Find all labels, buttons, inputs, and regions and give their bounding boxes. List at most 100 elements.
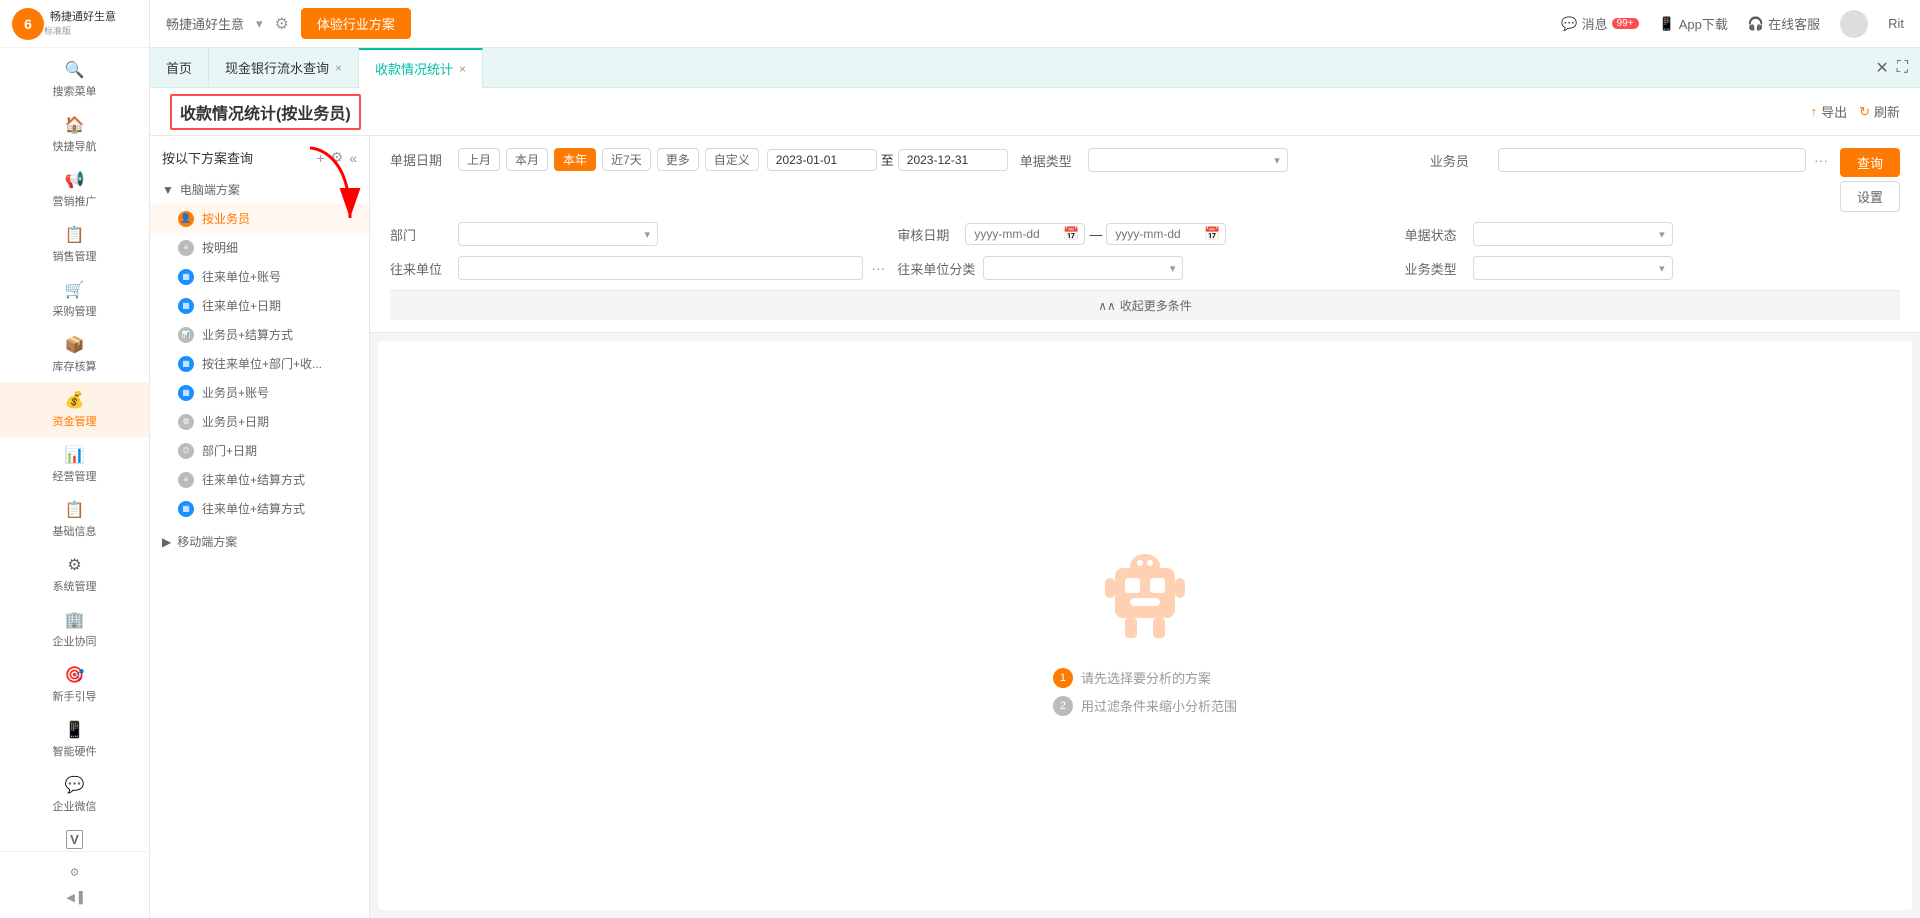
partner-settlement1-icon: ≡ [178,472,194,488]
empty-illustration [1085,528,1205,648]
sidebar-item-shortcut[interactable]: 🏠 快捷导航 [0,107,149,162]
sidebar-item-hardware[interactable]: 📱 智能硬件 [0,712,149,767]
scheme-item-partner-settlement2[interactable]: ▦ 往来单位+结算方式 [150,494,369,523]
messages-badge: 99+ [1612,18,1639,29]
partner-category-select[interactable] [983,256,1183,280]
scheme-item-salesperson[interactable]: 👤 按业务员 [150,204,369,233]
customer-service-button[interactable]: 🎧 在线客服 [1748,14,1820,33]
tab-expand[interactable]: ⛶ [1897,59,1908,77]
partner-dots[interactable]: ··· [871,260,885,276]
detail-scheme-icon: ≡ [178,240,194,256]
inventory-icon: 📦 [65,335,85,355]
scheme-item-partner-account[interactable]: ▦ 往来单位+账号 [150,262,369,291]
date-from-input[interactable] [767,149,877,171]
sidebar-item-enterprise[interactable]: 🏢 企业协同 [0,602,149,657]
sidebar-collapse[interactable]: ◀▐ [0,885,149,910]
sidebar-item-operation[interactable]: 📊 经营管理 [0,437,149,492]
scheme-item-label: 按明细 [202,239,238,256]
scheme-item-detail[interactable]: ≡ 按明细 [150,233,369,262]
sidebar-item-marketing[interactable]: 📢 营销推广 [0,162,149,217]
refresh-button[interactable]: ↻ 刷新 [1859,102,1900,121]
pc-group-arrow: ▼ [162,183,174,197]
sidebar-item-finance[interactable]: 💰 资金管理 [0,382,149,437]
empty-step-2: 2 用过滤条件来缩小分析范围 [1053,696,1237,716]
date-this-year[interactable]: 本年 [554,148,596,171]
trial-button[interactable]: 体验行业方案 [301,8,411,39]
date-last-7days[interactable]: 近7天 [602,148,651,171]
sidebar-item-purchase[interactable]: 🛒 采购管理 [0,272,149,327]
review-date-label: 审核日期 [897,225,957,244]
sidebar-nav: 🔍 搜索菜单 🏠 快捷导航 📢 营销推广 📋 销售管理 🛒 采购管理 📦 库存核… [0,48,149,851]
biz-type-select[interactable] [1473,256,1673,280]
sidebar-settings[interactable]: ⚙ [0,860,149,885]
step-2-number: 2 [1053,696,1073,716]
messages-button[interactable]: 💬 消息 99+ [1561,14,1638,33]
tab-bank-flow[interactable]: 现金银行流水查询 × [209,48,359,88]
purchase-icon: 🛒 [65,280,85,300]
scheme-item-salesperson-account[interactable]: ▦ 业务员+账号 [150,378,369,407]
scheme-item-partner-dept[interactable]: ▦ 按往来单位+部门+收... [150,349,369,378]
sidebar-item-system[interactable]: ⚙ 系统管理 [0,547,149,602]
salesperson-dots[interactable]: ··· [1814,152,1828,168]
collapse-icon: ◀▐ [66,891,82,904]
tab-collection-close[interactable]: × [459,62,466,76]
panel-collapse-button[interactable]: « [349,150,357,166]
export-button[interactable]: ↑ 导出 [1811,102,1848,121]
page-actions: ↑ 导出 ↻ 刷新 [1811,102,1900,121]
sidebar-bottom: ⚙ ◀▐ [0,851,149,918]
salesperson-input[interactable] [1498,148,1806,172]
sidebar-item-member[interactable]: V 畅会员 [0,822,149,851]
sidebar-item-sales[interactable]: 📋 销售管理 [0,217,149,272]
scheme-item-salesperson-date[interactable]: ⚙ 业务员+日期 [150,407,369,436]
tab-collection[interactable]: 收款情况统计 × [359,48,483,88]
sidebar-item-guide[interactable]: 🎯 新手引导 [0,657,149,712]
doc-type-select[interactable] [1088,148,1288,172]
refresh-icon: ↻ [1859,104,1870,120]
dept-select[interactable] [458,222,658,246]
scheme-item-partner-settlement1[interactable]: ≡ 往来单位+结算方式 [150,465,369,494]
mobile-scheme-group-title[interactable]: ▶ 移动端方案 [150,527,369,556]
basic-icon: 📋 [65,500,85,520]
sidebar-item-search[interactable]: 🔍 搜索菜单 [0,52,149,107]
doc-type-label: 单据类型 [1020,151,1080,170]
page-title: 收款情况统计(按业务员) [170,94,361,130]
date-last-month[interactable]: 上月 [458,148,500,171]
filter-settings-button[interactable]: 设置 [1840,181,1900,212]
scheme-settings-button[interactable]: ⚙ [331,149,344,166]
doc-status-select[interactable] [1473,222,1673,246]
app-download-label: App下载 [1679,14,1728,33]
sidebar-item-label: 资金管理 [53,413,97,429]
enterprise-icon: 🏢 [65,610,85,630]
tab-home[interactable]: 首页 [150,48,209,88]
date-this-month[interactable]: 本月 [506,148,548,171]
sidebar-item-basic[interactable]: 📋 基础信息 [0,492,149,547]
query-button[interactable]: 查询 [1840,148,1900,177]
sidebar-item-wechat[interactable]: 💬 企业微信 [0,767,149,822]
collapse-more-button[interactable]: ∧∧ 收起更多条件 [390,290,1900,320]
date-custom[interactable]: 自定义 [705,148,759,171]
wechat-icon: 💬 [65,775,85,795]
step-1-text: 请先选择要分析的方案 [1081,668,1211,687]
date-to-input[interactable] [898,149,1008,171]
partner-input[interactable] [458,256,863,280]
add-scheme-button[interactable]: + [316,150,324,166]
sidebar-logo: 6 畅捷通好生意 标准版 [0,0,149,48]
tab-close-all[interactable]: ✕ [1875,58,1888,78]
scheme-item-salesperson-settlement[interactable]: 📊 业务员+结算方式 [150,320,369,349]
scheme-item-partner-date[interactable]: ▦ 往来单位+日期 [150,291,369,320]
date-more[interactable]: 更多 [657,148,699,171]
customer-service-label: 在线客服 [1768,14,1820,33]
tab-bank-flow-close[interactable]: × [335,61,342,75]
pc-scheme-group-title[interactable]: ▼ 电脑端方案 [150,175,369,204]
logo-icon: 6 [12,8,44,40]
topbar: 畅捷通好生意 ▾ ⚙ 体验行业方案 💬 消息 99+ 📱 App下载 🎧 在线客… [150,0,1920,48]
scheme-item-dept-date[interactable]: ⏱ 部门+日期 [150,436,369,465]
review-calendar-from-icon[interactable]: 📅 [1063,226,1079,242]
sidebar-item-inventory[interactable]: 📦 库存核算 [0,327,149,382]
biz-type-label: 业务类型 [1405,259,1465,278]
app-download-button[interactable]: 📱 App下载 [1659,14,1728,33]
tabbar: 首页 现金银行流水查询 × 收款情况统计 × ✕ ⛶ [150,48,1920,88]
review-calendar-to-icon[interactable]: 📅 [1204,226,1220,242]
logo-badge: 标准版 [44,24,116,37]
topbar-settings-icon[interactable]: ⚙ [275,14,289,34]
